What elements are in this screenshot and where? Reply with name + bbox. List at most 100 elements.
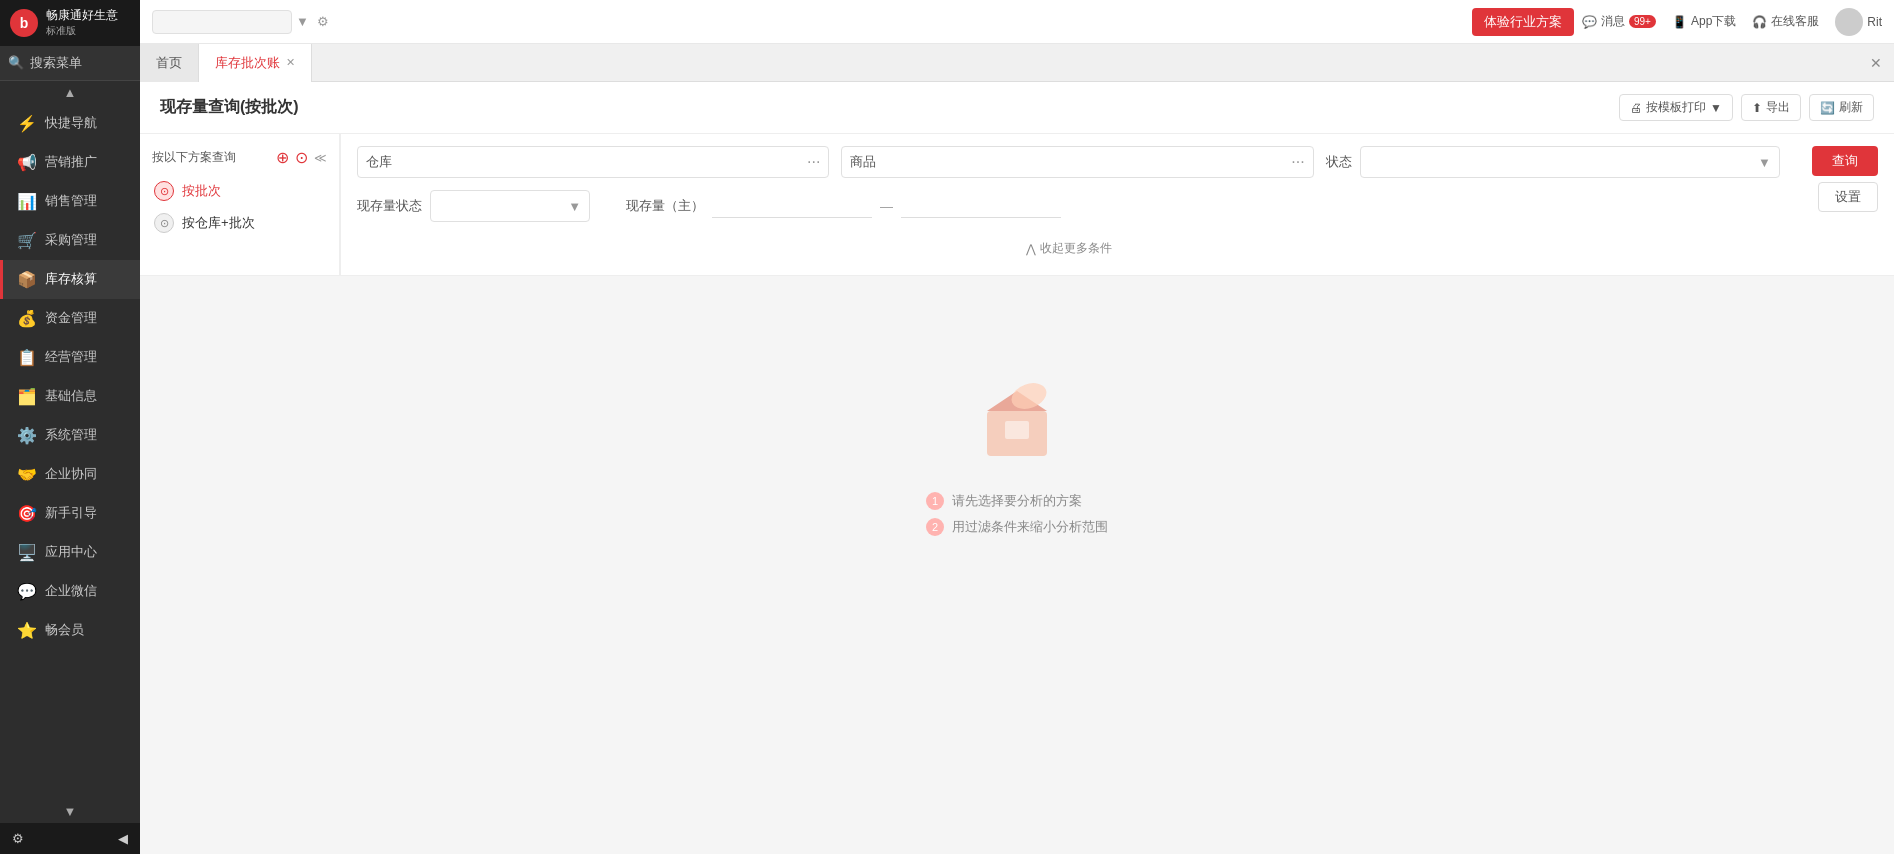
sidebar-item-purchase[interactable]: 🛒采购管理 bbox=[0, 221, 140, 260]
warehouse-field[interactable]: 仓库 ··· bbox=[357, 146, 829, 178]
hint-1-number: 1 bbox=[926, 492, 944, 510]
messages-group[interactable]: 💬 消息 99+ bbox=[1582, 13, 1656, 30]
print-dropdown-icon[interactable]: ▼ bbox=[1710, 101, 1722, 115]
filter-settings-button[interactable]: 设置 bbox=[1818, 182, 1878, 212]
tab-home[interactable]: 首页 bbox=[140, 44, 199, 82]
sidebar-header: b 畅康通好生意 标准版 bbox=[0, 0, 140, 46]
sidebar-finance-icon: 💰 bbox=[17, 309, 37, 328]
stock-status-select[interactable]: ▼ bbox=[430, 190, 590, 222]
hint-1-text: 请先选择要分析的方案 bbox=[952, 492, 1082, 510]
empty-state: 1 请先选择要分析的方案 2 用过滤条件来缩小分析范围 bbox=[140, 276, 1894, 616]
settings-icon[interactable]: ⚙ bbox=[12, 831, 24, 846]
sidebar-item-wechat[interactable]: 💬企业微信 bbox=[0, 572, 140, 611]
stock-qty-min-input[interactable] bbox=[712, 194, 872, 218]
export-icon: ⬆ bbox=[1752, 101, 1762, 115]
scheme-warehouse-batch-label: 按仓库+批次 bbox=[182, 214, 255, 232]
sidebar-item-label: 营销推广 bbox=[45, 153, 97, 171]
online-service-label: 在线客服 bbox=[1771, 13, 1819, 30]
sidebar-item-member[interactable]: ⭐ 畅会员 bbox=[0, 611, 140, 650]
tab-batch-account[interactable]: 库存批次账 ✕ bbox=[199, 44, 312, 82]
filter-left-actions: ⊕ ⊙ ≪ bbox=[276, 148, 327, 167]
filter-panel: 按以下方案查询 ⊕ ⊙ ≪ ⊙ 按批次 ⊙ 按仓库+批次 bbox=[140, 134, 1894, 276]
sidebar-item-sales[interactable]: 📊销售管理 bbox=[0, 182, 140, 221]
headset-icon: 🎧 bbox=[1752, 15, 1767, 29]
add-scheme-icon[interactable]: ⊕ bbox=[276, 148, 289, 167]
sidebar-item-inventory[interactable]: 📦库存核算 bbox=[0, 260, 140, 299]
sidebar-item-appcenter[interactable]: 🖥️应用中心 bbox=[0, 533, 140, 572]
tabbar: 首页 库存批次账 ✕ ✕ bbox=[140, 44, 1894, 82]
filter-right-wrapper: 仓库 ··· 商品 ··· 状态 bbox=[341, 134, 1894, 275]
hint-1: 1 请先选择要分析的方案 bbox=[926, 492, 1108, 510]
app-info: 畅康通好生意 标准版 bbox=[46, 8, 118, 38]
refresh-button[interactable]: 🔄 刷新 bbox=[1809, 94, 1874, 121]
sidebar-scroll-up[interactable]: ▲ bbox=[0, 81, 140, 104]
sidebar-item-basic[interactable]: 🗂️基础信息 bbox=[0, 377, 140, 416]
product-more-icon[interactable]: ··· bbox=[1291, 153, 1304, 171]
product-input[interactable] bbox=[914, 155, 1291, 170]
filter-left: 按以下方案查询 ⊕ ⊙ ≪ ⊙ 按批次 ⊙ 按仓库+批次 bbox=[140, 134, 340, 275]
download-icon: 📱 bbox=[1672, 15, 1687, 29]
content-area: 现存量查询(按批次) 🖨 按模板打印 ▼ ⬆ 导出 🔄 刷新 bbox=[140, 82, 1894, 854]
username-label: Rit bbox=[1867, 15, 1882, 29]
stock-qty-label: 现存量（主） bbox=[626, 197, 704, 215]
sidebar-item-label: 销售管理 bbox=[45, 192, 97, 210]
sidebar: b 畅康通好生意 标准版 🔍 搜索菜单 ▲ ⚡快捷导航 📢 营销推广 📊销售管理🛒采购… bbox=[0, 0, 140, 854]
sidebar-item-shortcut[interactable]: ⚡快捷导航 bbox=[0, 104, 140, 143]
filter-button-group: 查询 设置 bbox=[1796, 134, 1894, 224]
filter-main-row: 仓库 ··· 商品 ··· 状态 bbox=[341, 134, 1894, 275]
dropdown-arrow-icon[interactable]: ▼ bbox=[296, 14, 309, 29]
settings-gear-icon[interactable]: ⚙ bbox=[317, 14, 329, 29]
warehouse-more-icon[interactable]: ··· bbox=[807, 153, 820, 171]
sidebar-basic-icon: 🗂️ bbox=[17, 387, 37, 406]
collapse-label: 收起更多条件 bbox=[1040, 240, 1112, 257]
export-button[interactable]: ⬆ 导出 bbox=[1741, 94, 1801, 121]
print-template-button[interactable]: 🖨 按模板打印 ▼ bbox=[1619, 94, 1733, 121]
stock-status-dropdown-icon: ▼ bbox=[568, 199, 581, 214]
tabbar-close-button[interactable]: ✕ bbox=[1870, 55, 1882, 71]
sidebar-item-marketing[interactable]: 📢 营销推广 bbox=[0, 143, 140, 182]
scheme-item-batch[interactable]: ⊙ 按批次 bbox=[140, 175, 339, 207]
sidebar-item-operations[interactable]: 📋经营管理 bbox=[0, 338, 140, 377]
sidebar-item-newbie[interactable]: 🎯新手引导 bbox=[0, 494, 140, 533]
sidebar-item-system[interactable]: ⚙️系统管理 bbox=[0, 416, 140, 455]
page-actions: 🖨 按模板打印 ▼ ⬆ 导出 🔄 刷新 bbox=[1619, 94, 1874, 121]
sidebar-item-enterprise[interactable]: 🤝企业协同 bbox=[0, 455, 140, 494]
stock-qty-dash: — bbox=[880, 199, 893, 214]
scheme-item-warehouse-batch[interactable]: ⊙ 按仓库+批次 bbox=[140, 207, 339, 239]
sidebar-item-finance[interactable]: 💰资金管理 bbox=[0, 299, 140, 338]
warehouse-input[interactable] bbox=[430, 155, 807, 170]
status-field-group: 状态 ▼ bbox=[1326, 146, 1780, 178]
tab-close-icon[interactable]: ✕ bbox=[286, 56, 295, 69]
app-download-group[interactable]: 📱 App下载 bbox=[1672, 13, 1736, 30]
sidebar-item-label: 库存核算 bbox=[45, 270, 97, 288]
search-label: 搜索菜单 bbox=[30, 54, 82, 72]
status-select[interactable]: ▼ bbox=[1360, 146, 1780, 178]
sidebar-scroll-down[interactable]: ▼ bbox=[0, 800, 140, 823]
sidebar-nav: ⚡快捷导航 📢 营销推广 📊销售管理🛒采购管理📦库存核算💰资金管理📋经营管理🗂️基础信… bbox=[0, 104, 140, 800]
sidebar-system-icon: ⚙️ bbox=[17, 426, 37, 445]
query-button[interactable]: 查询 bbox=[1812, 146, 1878, 176]
collapse-left-icon[interactable]: ≪ bbox=[314, 151, 327, 165]
scheme-settings-icon[interactable]: ⊙ bbox=[295, 148, 308, 167]
printer-icon: 🖨 bbox=[1630, 101, 1642, 115]
topbar: ▼ ⚙ 体验行业方案 💬 消息 99+ 📱 App下载 🎧 在线客服 Rit bbox=[140, 0, 1894, 44]
stock-qty-max-input[interactable] bbox=[901, 194, 1061, 218]
sidebar-member-icon: ⭐ bbox=[17, 621, 37, 640]
stock-status-label: 现存量状态 bbox=[357, 197, 422, 215]
collapse-icon[interactable]: ◀ bbox=[118, 831, 128, 846]
sidebar-footer: ⚙ ◀ bbox=[0, 823, 140, 854]
page-header: 现存量查询(按批次) 🖨 按模板打印 ▼ ⬆ 导出 🔄 刷新 bbox=[140, 82, 1894, 134]
app-logo: b bbox=[10, 9, 38, 37]
sidebar-search[interactable]: 🔍 搜索菜单 bbox=[0, 46, 140, 81]
sidebar-item-label: 畅会员 bbox=[45, 621, 84, 639]
online-service-group[interactable]: 🎧 在线客服 bbox=[1752, 13, 1819, 30]
trial-industry-button[interactable]: 体验行业方案 bbox=[1472, 8, 1574, 36]
sidebar-wechat-icon: 💬 bbox=[17, 582, 37, 601]
stock-qty-group: 现存量（主） — bbox=[626, 194, 1061, 218]
product-field[interactable]: 商品 ··· bbox=[841, 146, 1313, 178]
collapse-filters-button[interactable]: ⋀ 收起更多条件 bbox=[357, 234, 1780, 263]
home-tab-label: 首页 bbox=[156, 54, 182, 72]
topbar-search-input[interactable] bbox=[152, 10, 292, 34]
sidebar-marketing-icon: 📢 bbox=[17, 153, 37, 172]
user-group[interactable]: Rit bbox=[1835, 8, 1882, 36]
